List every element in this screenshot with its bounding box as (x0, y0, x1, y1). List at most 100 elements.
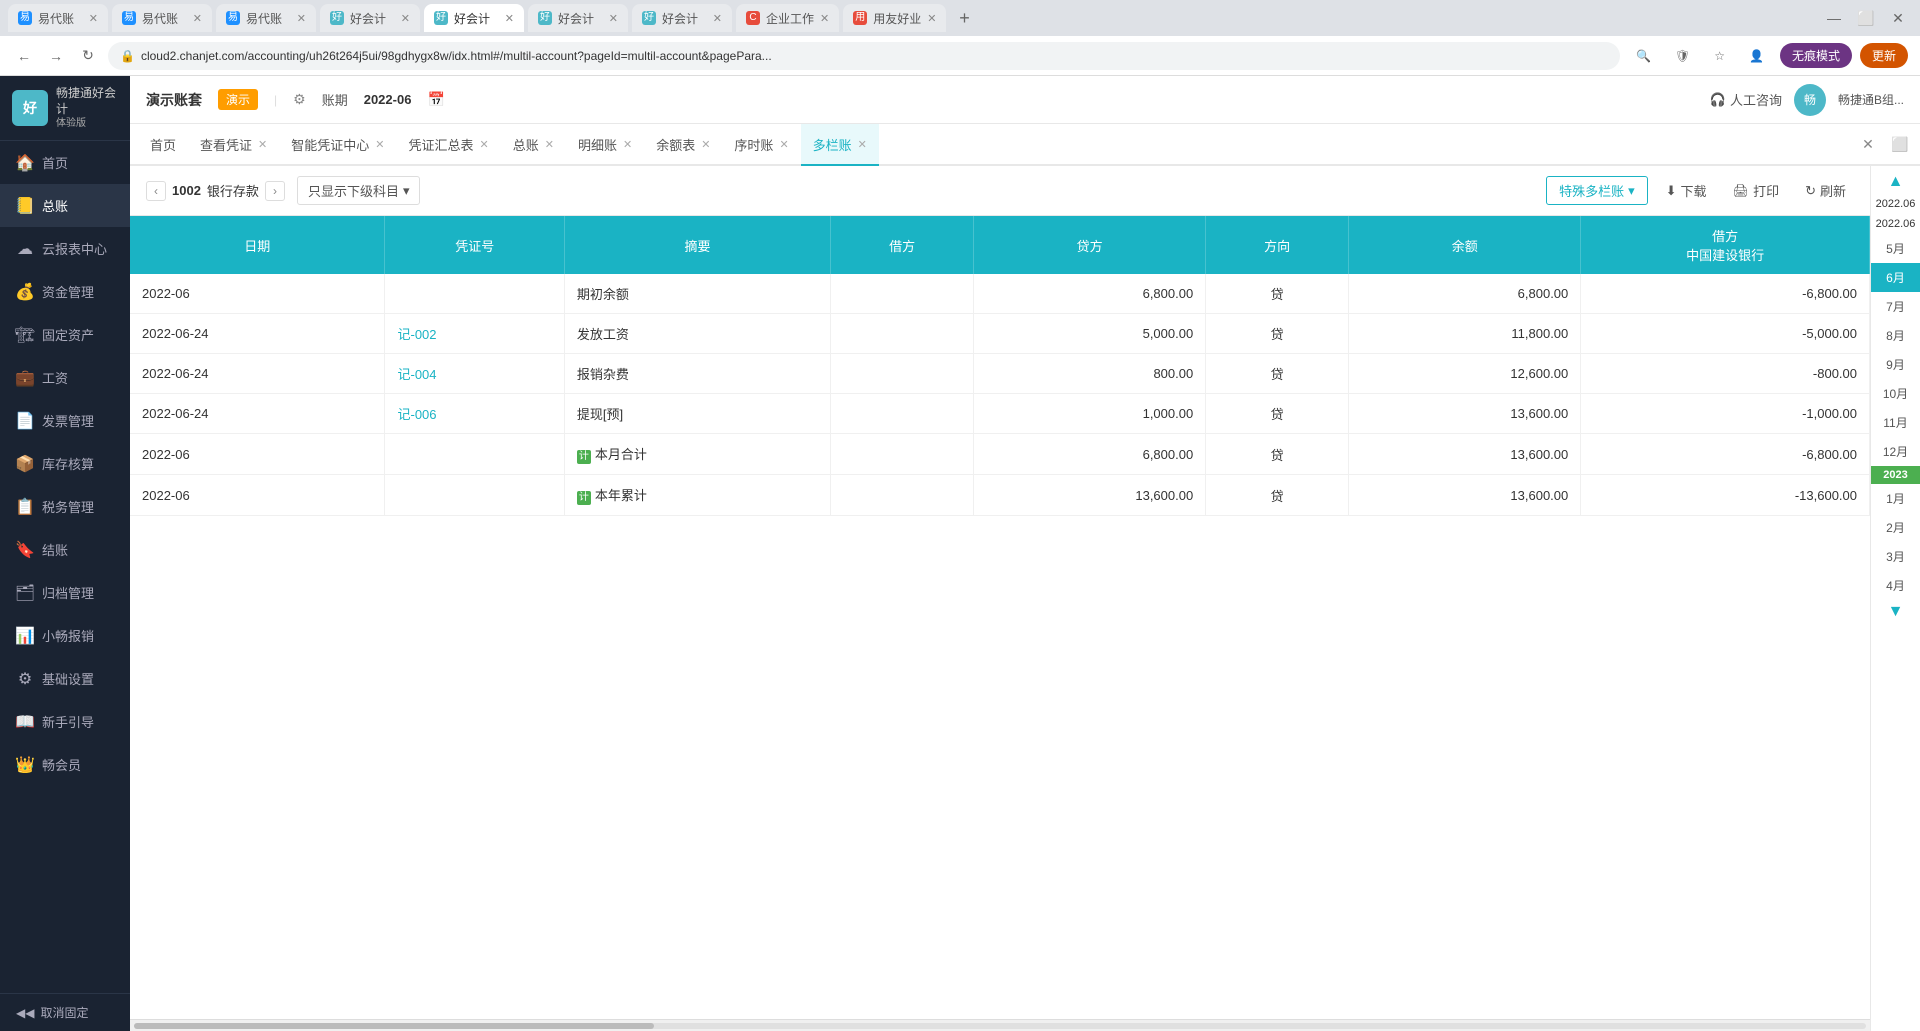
page-tab-general-ledger[interactable]: 总账 ✕ (501, 124, 566, 166)
update-button[interactable]: 更新 (1860, 43, 1908, 68)
voucher-link[interactable]: 记-004 (397, 367, 436, 382)
month-7[interactable]: 7月 (1871, 292, 1920, 321)
month-9[interactable]: 9月 (1871, 350, 1920, 379)
consult-button[interactable]: 🎧 人工咨询 (1710, 90, 1782, 109)
page-tab-mc-close[interactable]: ✕ (858, 138, 867, 151)
month-2023-1[interactable]: 1月 (1871, 484, 1920, 513)
sidebar-item-ledger[interactable]: 📒 总账 (0, 184, 130, 227)
tab-2[interactable]: 易 易代账 ✕ (112, 4, 212, 32)
sidebar-label-payroll: 工资 (42, 368, 68, 387)
sidebar-unpin-button[interactable]: ◀◀ 取消固定 (0, 993, 130, 1031)
refresh-button[interactable]: ↻ 刷新 (1797, 177, 1854, 204)
month-5[interactable]: 5月 (1871, 234, 1920, 263)
page-tab-voucher-summary[interactable]: 凭证汇总表 ✕ (396, 124, 500, 166)
sidebar-item-expense[interactable]: 📊 小畅报销 (0, 614, 130, 657)
download-button[interactable]: ⬇ 下载 (1658, 177, 1715, 204)
sidebar-item-cloud-report[interactable]: ☁ 云报表中心 (0, 227, 130, 270)
restore-button[interactable]: ⬜ (1852, 4, 1880, 32)
tab-close-5[interactable]: ✕ (505, 12, 514, 25)
prev-account-button[interactable]: ‹ (146, 181, 166, 201)
tab-1[interactable]: 易 易代账 ✕ (8, 4, 108, 32)
search-button[interactable]: 🔍 (1628, 45, 1659, 67)
sidebar-item-guide[interactable]: 📖 新手引导 (0, 700, 130, 743)
next-account-button[interactable]: › (265, 181, 285, 201)
sidebar-item-settings[interactable]: ⚙ 基础设置 (0, 657, 130, 700)
sidebar-item-tax[interactable]: 📋 税务管理 (0, 485, 130, 528)
tab-close-8[interactable]: ✕ (820, 12, 829, 25)
url-bar[interactable]: 🔒 cloud2.chanjet.com/accounting/uh26t264… (108, 42, 1620, 70)
tab-expand-panel-button[interactable]: ⬜ (1888, 132, 1912, 156)
page-tab-smart-voucher[interactable]: 智能凭证中心 ✕ (279, 124, 396, 166)
page-tab-voucher[interactable]: 查看凭证 ✕ (188, 124, 279, 166)
scroll-thumb[interactable] (134, 1023, 654, 1029)
tab-4[interactable]: 好 好会计 ✕ (320, 4, 420, 32)
page-tab-smart-close[interactable]: ✕ (375, 138, 384, 151)
page-tab-voucher-close[interactable]: ✕ (258, 138, 267, 151)
tab-close-2[interactable]: ✕ (193, 12, 202, 25)
wuhen-button[interactable]: 无痕模式 (1780, 43, 1852, 68)
star-button[interactable]: ☆ (1706, 45, 1733, 67)
sidebar-item-fund[interactable]: 💰 资金管理 (0, 270, 130, 313)
month-6[interactable]: 6月 (1871, 263, 1920, 292)
tab-7[interactable]: 好 好会计 ✕ (632, 4, 732, 32)
tab-close-4[interactable]: ✕ (401, 12, 410, 25)
sidebar-item-member[interactable]: 👑 畅会员 (0, 743, 130, 786)
sidebar-item-invoice[interactable]: 📄 发票管理 (0, 399, 130, 442)
tab-9[interactable]: 用 用友好业 ✕ (843, 4, 946, 32)
page-tab-balance-close[interactable]: ✕ (701, 138, 710, 151)
page-tab-gl-close[interactable]: ✕ (545, 138, 554, 151)
filter-subcategory-button[interactable]: 只显示下级科目 ▾ (297, 176, 421, 205)
new-tab-button[interactable]: + (950, 4, 978, 32)
tab-close-1[interactable]: ✕ (89, 12, 98, 25)
horizontal-scrollbar[interactable] (130, 1019, 1870, 1031)
page-tab-journal-close[interactable]: ✕ (779, 138, 788, 151)
content-area: ‹ 1002 银行存款 › 只显示下级科目 ▾ 特殊多栏账 ▾ (130, 166, 1920, 1031)
page-tab-vsummary-label: 凭证汇总表 (408, 135, 473, 154)
sidebar-item-home[interactable]: 🏠 首页 (0, 141, 130, 184)
tab-close-7[interactable]: ✕ (713, 12, 722, 25)
voucher-link[interactable]: 记-006 (397, 407, 436, 422)
month-10[interactable]: 10月 (1871, 379, 1920, 408)
special-ledger-button[interactable]: 特殊多栏账 ▾ (1546, 176, 1648, 205)
tab-5[interactable]: 好 好会计 ✕ (424, 4, 524, 32)
month-2023-4[interactable]: 4月 (1871, 571, 1920, 600)
sidebar-item-archive[interactable]: 🗂 归档管理 (0, 571, 130, 614)
month-2023-2[interactable]: 2月 (1871, 513, 1920, 542)
month-12[interactable]: 12月 (1871, 437, 1920, 466)
forward-button[interactable]: → (44, 44, 68, 68)
sidebar-item-fixed-assets[interactable]: 🏗 固定资产 (0, 313, 130, 356)
close-button[interactable]: ✕ (1884, 4, 1912, 32)
profile-button[interactable]: 👤 (1741, 45, 1772, 67)
month-8[interactable]: 8月 (1871, 321, 1920, 350)
voucher-link[interactable]: 记-002 (397, 327, 436, 342)
sidebar-item-inventory[interactable]: 📦 库存核算 (0, 442, 130, 485)
month-2023-3[interactable]: 3月 (1871, 542, 1920, 571)
minimize-button[interactable]: — (1820, 4, 1848, 32)
page-tab-multi-column[interactable]: 多栏账 ✕ (801, 124, 879, 166)
tab-close-3[interactable]: ✕ (297, 12, 306, 25)
settings-gear-icon[interactable]: ⚙ (293, 91, 306, 108)
shield-button[interactable]: 🛡 (1667, 45, 1698, 67)
tab-3[interactable]: 易 易代账 ✕ (216, 4, 316, 32)
month-nav-up-button[interactable]: ▲ (1884, 170, 1908, 194)
tab-close-6[interactable]: ✕ (609, 12, 618, 25)
reload-button[interactable]: ↻ (76, 44, 100, 68)
tab-6[interactable]: 好 好会计 ✕ (528, 4, 628, 32)
page-tab-balance[interactable]: 余额表 ✕ (644, 124, 722, 166)
page-tab-vsummary-close[interactable]: ✕ (480, 138, 489, 151)
tab-close-9[interactable]: ✕ (927, 12, 936, 25)
tab-close-panel-button[interactable]: ✕ (1856, 132, 1880, 156)
calendar-icon[interactable]: 📅 (427, 91, 444, 108)
month-11[interactable]: 11月 (1871, 408, 1920, 437)
month-navigator: ▲ 2022.06 2022.06 5月 6月 7月 8月 9月 10月 11月… (1870, 166, 1920, 1031)
print-button[interactable]: 🖨 打印 (1725, 177, 1788, 204)
page-tab-home[interactable]: 首页 (138, 124, 188, 166)
page-tab-detail-ledger[interactable]: 明细账 ✕ (566, 124, 644, 166)
tab-8[interactable]: C 企业工作 ✕ (736, 4, 839, 32)
page-tab-dl-close[interactable]: ✕ (623, 138, 632, 151)
back-button[interactable]: ← (12, 44, 36, 68)
page-tab-journal[interactable]: 序时账 ✕ (722, 124, 800, 166)
sidebar-item-payroll[interactable]: 💼 工资 (0, 356, 130, 399)
month-nav-down-button[interactable]: ▼ (1884, 600, 1908, 624)
sidebar-item-close[interactable]: 🔖 结账 (0, 528, 130, 571)
